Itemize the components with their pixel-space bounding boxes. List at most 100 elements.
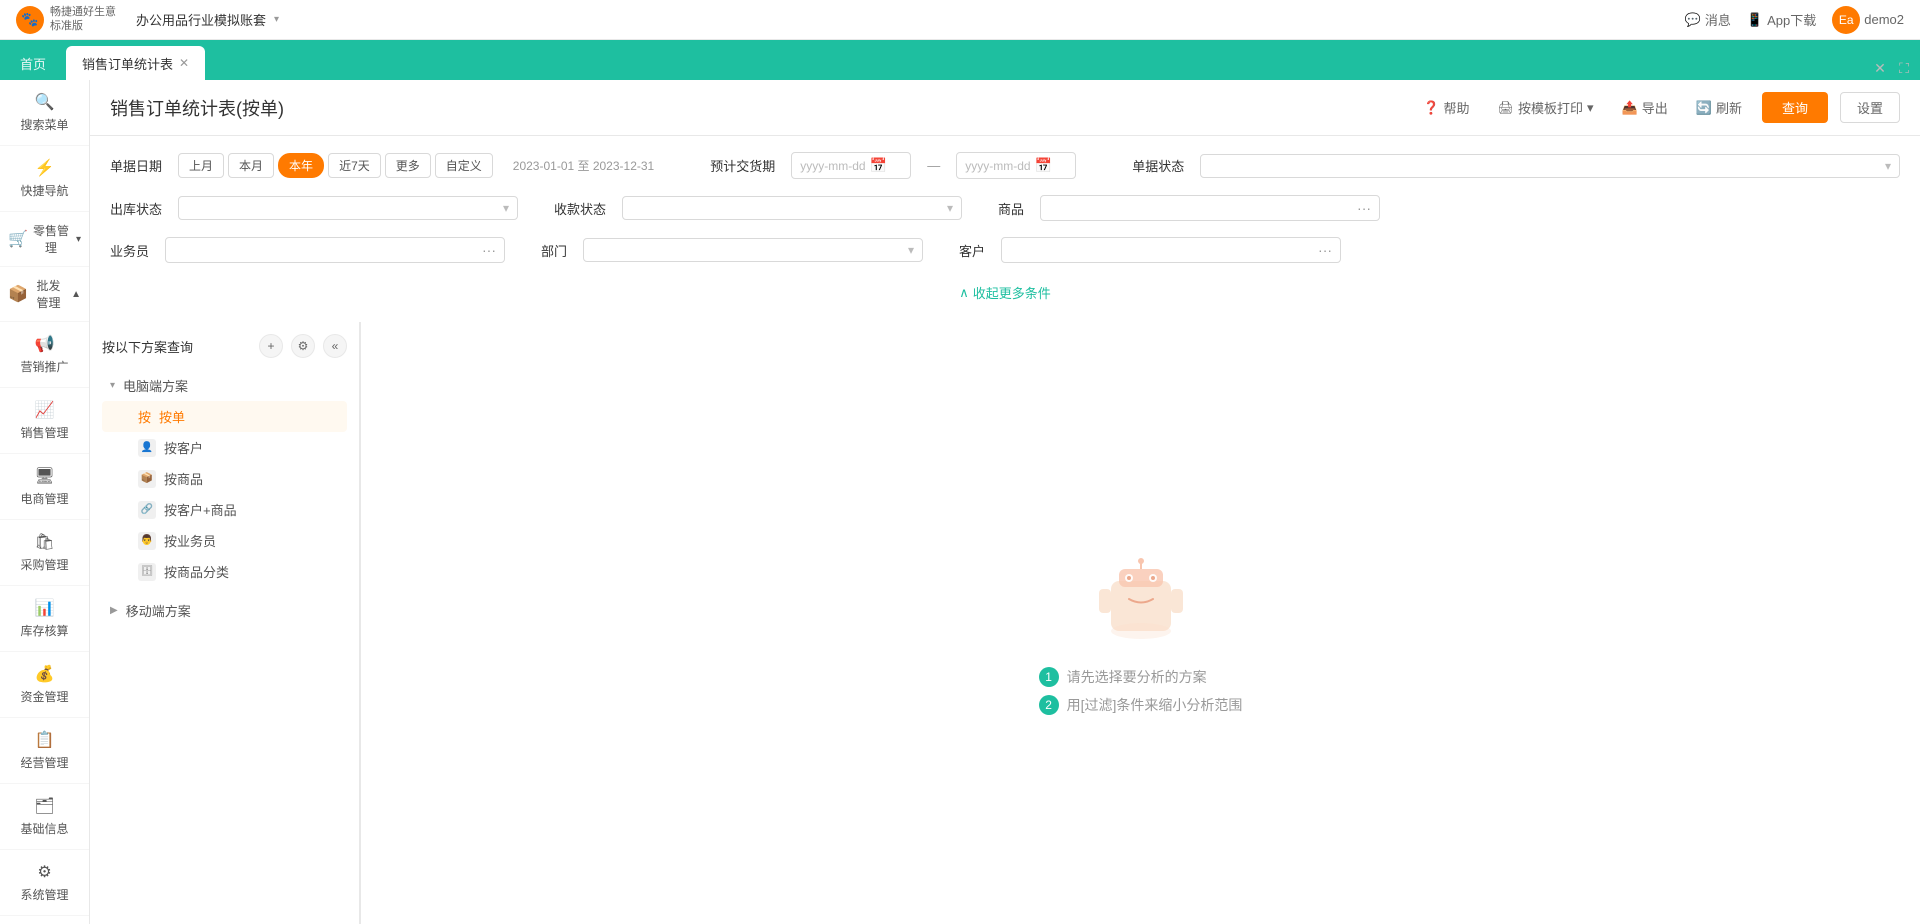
sidebar-item-basic[interactable]: 🗂 基础信息 [0, 784, 89, 850]
salesperson-input[interactable]: ··· [165, 237, 505, 263]
scheme-settings-button[interactable]: ⚙ [291, 334, 315, 358]
empty-tip-2: 2 用[过滤]条件来缩小分析范围 [1039, 695, 1243, 715]
sidebar-item-inventory[interactable]: 📊 库存核算 [0, 586, 89, 652]
sidebar-item-quicknav[interactable]: ⚡ 快捷导航 [0, 146, 89, 212]
main-split: 按以下方案查询 + ⚙ « ▾ 电脑端方案 按 按单 [90, 322, 1920, 924]
settings-button[interactable]: 设置 [1840, 92, 1900, 123]
left-panel-title: 按以下方案查询 [102, 337, 193, 356]
refresh-icon: 🔄 [1696, 100, 1712, 116]
tab-bar: 首页 销售订单统计表 ✕ ✕ ⛶ [0, 40, 1920, 80]
status-dropdown-icon: ▾ [1885, 159, 1891, 173]
message-button[interactable]: 💬 消息 [1685, 10, 1731, 29]
user-area[interactable]: Ea demo2 [1832, 6, 1904, 34]
custom-btn[interactable]: 自定义 [435, 153, 493, 178]
page-title: 销售订单统计表(按单) [110, 95, 284, 121]
salesperson-more-icon[interactable]: ··· [482, 242, 496, 258]
tree-item-by-goods[interactable]: 📦 按商品 [102, 463, 347, 494]
template-print-button[interactable]: 🖨 按模板打印 ▾ [1490, 94, 1602, 121]
filter-panel: 单据日期 上月 本月 本年 近7天 更多 自定义 2023-01-01 至 20… [90, 136, 1920, 322]
dept-select[interactable]: ▾ [583, 238, 923, 262]
tree-item-by-customer-goods[interactable]: 🔗 按客户+商品 [102, 494, 347, 525]
sidebar-item-operations[interactable]: 📋 经营管理 [0, 718, 89, 784]
sidebar-item-corp[interactable]: 🤝 企业协同 [0, 916, 89, 924]
home-tab-label: 首页 [20, 54, 46, 73]
goods-input[interactable]: ··· [1040, 195, 1380, 221]
collection-status-label: 收款状态 [554, 199, 606, 218]
customer-more-icon[interactable]: ··· [1318, 242, 1332, 258]
system-title: 办公用品行业模拟账套 [136, 10, 266, 29]
tree-pc-header[interactable]: ▾ 电脑端方案 [102, 370, 347, 401]
filter-row-status: 出库状态 ▾ 收款状态 ▾ 商品 ··· [110, 195, 1900, 221]
logo-text: 畅捷通好生意 标准版 [50, 6, 116, 32]
date-range-display: 2023-01-01 至 2023-12-31 [513, 157, 654, 174]
system-icon: ⚙ [37, 862, 51, 882]
last-month-btn[interactable]: 上月 [178, 153, 224, 178]
export-button[interactable]: 📤 导出 [1614, 94, 1676, 121]
purchase-icon: 🛍 [34, 532, 54, 552]
tab-sales-stats[interactable]: 销售订单统计表 ✕ [66, 46, 205, 80]
tree-item-by-customer[interactable]: 👤 按客户 [102, 432, 347, 463]
content-area: 销售订单统计表(按单) ❓ 帮助 🖨 按模板打印 ▾ 📤 导出 🔄 刷新 [90, 80, 1920, 924]
export-icon: 📤 [1622, 100, 1638, 116]
retail-icon: 🛒 [8, 229, 28, 249]
this-year-btn[interactable]: 本年 [278, 153, 324, 178]
logo-icon: 🐾 [16, 6, 44, 34]
sidebar-item-sales[interactable]: 📈 销售管理 [0, 388, 89, 454]
user-avatar: Ea [1832, 6, 1860, 34]
last7-btn[interactable]: 近7天 [328, 153, 381, 178]
sidebar-item-purchase[interactable]: 🛍 采购管理 [0, 520, 89, 586]
help-button[interactable]: ❓ 帮助 [1415, 94, 1477, 121]
more-btn[interactable]: 更多 [385, 153, 431, 178]
print-icon: 🖨 [1498, 100, 1515, 116]
sidebar-item-finance[interactable]: 💰 资金管理 [0, 652, 89, 718]
download-icon: 📱 [1747, 12, 1763, 28]
system-dropdown-arrow[interactable]: ▾ [274, 14, 279, 25]
right-content: 1 请先选择要分析的方案 2 用[过滤]条件来缩小分析范围 [361, 322, 1920, 924]
maximize-window-button[interactable]: ⛶ [1896, 60, 1912, 76]
top-bar-right: 💬 消息 📱 App下载 Ea demo2 [1685, 6, 1904, 34]
tab-home[interactable]: 首页 [4, 46, 62, 80]
tree-expand-mobile: ▶ [110, 605, 118, 616]
calendar-end-icon[interactable]: 📅 [1035, 157, 1052, 174]
close-window-button[interactable]: ✕ [1872, 60, 1888, 76]
calendar-start-icon[interactable]: 📅 [870, 157, 887, 174]
this-month-btn[interactable]: 本月 [228, 153, 274, 178]
sidebar-item-wholesale[interactable]: 📦 批发管理 ▲ [0, 267, 89, 322]
collection-status-select[interactable]: ▾ [622, 196, 962, 220]
sidebar-item-retail[interactable]: 🛒 零售管理 ▾ [0, 212, 89, 267]
by-goods-icon: 📦 [138, 470, 156, 488]
sidebar-item-system[interactable]: ⚙ 系统管理 [0, 850, 89, 916]
tree-item-by-salesperson[interactable]: 👨 按业务员 [102, 525, 347, 556]
sales-icon: 📈 [35, 400, 55, 420]
user-name: demo2 [1864, 12, 1904, 27]
goods-more-icon[interactable]: ··· [1357, 200, 1371, 216]
app-download-button[interactable]: 📱 App下载 [1747, 10, 1816, 29]
collapse-button[interactable]: ∧ 收起更多条件 [110, 279, 1900, 306]
refresh-button[interactable]: 🔄 刷新 [1688, 94, 1750, 121]
tree-mobile-header[interactable]: ▶ 移动端方案 [102, 595, 347, 626]
page-actions: ❓ 帮助 🖨 按模板打印 ▾ 📤 导出 🔄 刷新 查询 设置 [1415, 92, 1900, 123]
inventory-icon: 📊 [35, 598, 55, 618]
customer-input[interactable]: ··· [1001, 237, 1341, 263]
sidebar-item-marketing[interactable]: 📢 营销推广 [0, 322, 89, 388]
tab-close-icon[interactable]: ✕ [179, 56, 189, 70]
query-button[interactable]: 查询 [1762, 92, 1828, 123]
expected-date-end[interactable]: yyyy-mm-dd 📅 [956, 152, 1076, 179]
message-icon: 💬 [1685, 12, 1701, 28]
tree-item-by-goods-category[interactable]: 🗄 按商品分类 [102, 556, 347, 587]
status-select[interactable]: ▾ [1200, 154, 1900, 178]
left-panel-header: 按以下方案查询 + ⚙ « [102, 334, 347, 358]
add-scheme-button[interactable]: + [259, 334, 283, 358]
by-customer-icon: 👤 [138, 439, 156, 457]
main-layout: 🔍 搜索菜单 ⚡ 快捷导航 🛒 零售管理 ▾ 📦 批发管理 ▲ 📢 营销推广 📈… [0, 80, 1920, 924]
tab-window-controls: ✕ ⛶ [1872, 60, 1920, 80]
collection-dropdown-icon: ▾ [947, 201, 953, 215]
sidebar-item-search[interactable]: 🔍 搜索菜单 [0, 80, 89, 146]
tree-item-by-order[interactable]: 按 按单 [102, 401, 347, 432]
print-arrow: ▾ [1587, 100, 1594, 116]
out-status-select[interactable]: ▾ [178, 196, 518, 220]
expected-date-start[interactable]: yyyy-mm-dd 📅 [791, 152, 911, 179]
sidebar-item-ecommerce[interactable]: 🖥 电商管理 [0, 454, 89, 520]
tip-num-2: 2 [1039, 695, 1059, 715]
collapse-panel-button[interactable]: « [323, 334, 347, 358]
